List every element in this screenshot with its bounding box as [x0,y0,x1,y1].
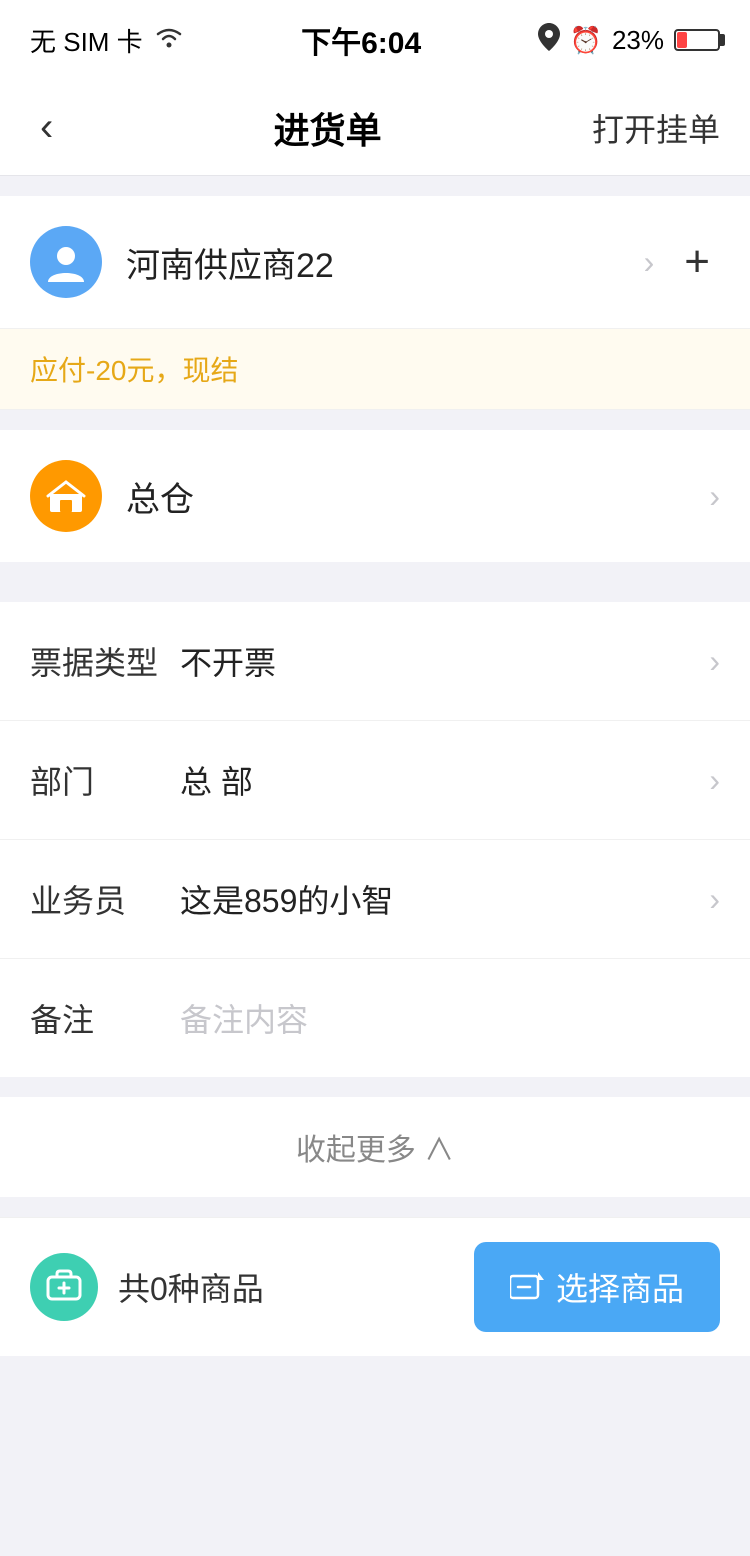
bottom-bar: 共0种商品 选择商品 [0,1217,750,1356]
salesperson-label: 业务员 [30,876,160,922]
invoice-type-chevron-icon: › [709,643,720,680]
supplier-name: 河南供应商22 [126,238,644,287]
invoice-type-row[interactable]: 票据类型 不开票 › [0,602,750,721]
page-title: 进货单 [274,102,382,154]
supplier-avatar [30,226,102,298]
product-icon [30,1253,98,1321]
remark-label: 备注 [30,995,160,1041]
warehouse-icon [30,460,102,532]
status-left: 无 SIM 卡 [30,22,185,59]
info-text: 应付-20元，现结 [30,355,238,386]
department-row[interactable]: 部门 总 部 › [0,721,750,840]
section-divider-2 [0,410,750,430]
battery-label: 23% [612,25,664,56]
invoice-type-value: 不开票 [160,638,709,684]
supplier-section: 河南供应商22 › + 应付-20元，现结 [0,196,750,410]
remark-input[interactable]: 备注内容 [160,995,720,1041]
warehouse-label: 总仓 [126,472,709,521]
section-divider-3 [0,562,750,582]
select-product-button[interactable]: 选择商品 [474,1242,720,1332]
salesperson-row[interactable]: 业务员 这是859的小智 › [0,840,750,959]
supplier-row[interactable]: 河南供应商22 › + [0,196,750,329]
department-chevron-icon: › [709,762,720,799]
back-button[interactable]: ‹ [30,95,63,160]
open-pending-button[interactable]: 打开挂单 [592,105,720,151]
status-bar: 无 SIM 卡 下午6:04 ⏰ 23% [0,0,750,80]
select-product-label: 选择商品 [556,1264,684,1310]
info-banner: 应付-20元，现结 [0,329,750,410]
add-supplier-button[interactable]: + [674,237,720,287]
wifi-icon [153,25,185,56]
page-background [0,1356,750,1556]
nav-bar: ‹ 进货单 打开挂单 [0,80,750,176]
collapse-label: 收起更多 ∧ [296,1125,454,1169]
carrier-label: 无 SIM 卡 [30,22,143,59]
product-count-label: 共0种商品 [118,1264,474,1310]
department-value: 总 部 [160,757,709,803]
warehouse-section: 总仓 › [0,430,750,562]
alarm-icon: ⏰ [570,25,602,56]
collapse-row[interactable]: 收起更多 ∧ [0,1097,750,1197]
supplier-chevron-icon: › [644,244,655,281]
invoice-type-label: 票据类型 [30,638,160,684]
battery-icon [674,29,720,51]
salesperson-chevron-icon: › [709,881,720,918]
department-label: 部门 [30,757,160,803]
warehouse-chevron-icon: › [709,478,720,515]
remark-row[interactable]: 备注 备注内容 [0,959,750,1077]
section-divider-1 [0,176,750,196]
salesperson-value: 这是859的小智 [160,876,709,922]
location-icon [538,23,560,58]
status-right: ⏰ 23% [538,23,720,58]
status-time: 下午6:04 [301,18,421,62]
warehouse-row[interactable]: 总仓 › [0,430,750,562]
form-section: 票据类型 不开票 › 部门 总 部 › 业务员 这是859的小智 › 备注 备注… [0,602,750,1077]
